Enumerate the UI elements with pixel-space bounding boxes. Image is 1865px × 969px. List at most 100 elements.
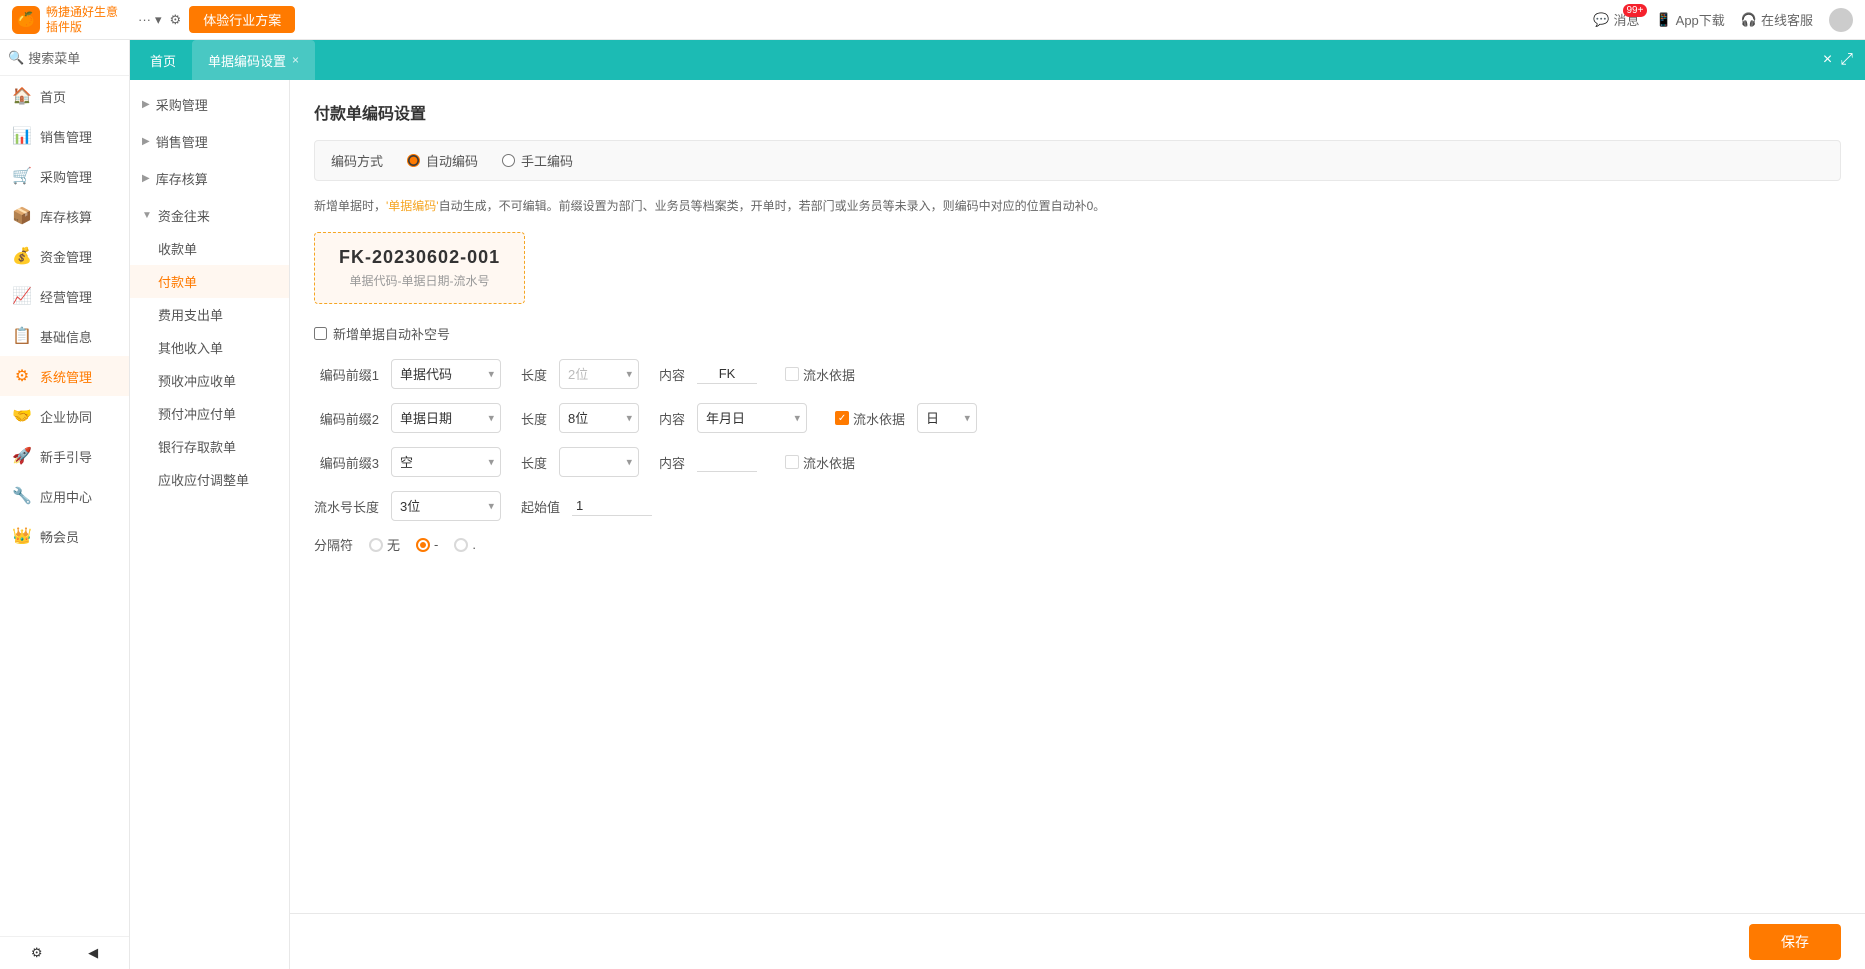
nav-item-adjust[interactable]: 应收应付调整单 [130,463,289,496]
prefix3-length-wrapper[interactable] [559,447,639,477]
sep-dash-option[interactable]: - [416,537,438,552]
prefix2-content-select[interactable]: 年月日 年月 年 [697,403,807,433]
sidebar-item-purchase[interactable]: 🛒 采购管理 [0,156,129,196]
nav-group-inventory-title[interactable]: ▶ 库存核算 [130,162,289,195]
trial-btn[interactable]: 体验行业方案 [189,6,295,33]
apps-icon: 🔧 [12,486,32,506]
nav-group-sales-title[interactable]: ▶ 销售管理 [130,125,289,158]
sidebar-item-finance[interactable]: 💰 资金管理 [0,236,129,276]
page-title: 付款单编码设置 [314,100,1841,124]
sidebar-item-operations[interactable]: 📈 经营管理 [0,276,129,316]
serial-length-select[interactable]: 3位 4位 5位 6位 [391,491,501,521]
app-download-item[interactable]: 📱 App下载 [1655,10,1724,29]
nav-group-sales: ▶ 销售管理 [130,125,289,158]
sidebar-item-enterprise[interactable]: 🤝 企业协同 [0,396,129,436]
nav-group-capital-title[interactable]: ▼ 资金往来 [130,199,289,232]
code-preview: FK-20230602-001 单据代码-单据日期-流水号 [314,232,525,304]
guide-icon: 🚀 [12,446,32,466]
logo-icon: 🍊 [12,6,40,34]
user-avatar[interactable] [1829,8,1853,32]
prefix2-content-wrapper[interactable]: 年月日 年月 年 [697,403,807,433]
manual-encoding-radio[interactable] [502,154,515,167]
prefix2-select-wrapper[interactable]: 单据日期 单据代码 空 [391,403,501,433]
bottom-bar: 保存 [290,913,1865,969]
prefix1-serial-checkbox[interactable] [785,367,799,381]
tab-encoding-settings[interactable]: 单据编码设置 × [192,40,315,80]
nav-item-receipt[interactable]: 收款单 [130,232,289,265]
nav-item-expense[interactable]: 费用支出单 [130,298,289,331]
sep-none-option[interactable]: 无 [369,535,400,554]
chevron-right-icon2: ▶ [142,136,150,147]
sales-icon: 📊 [12,126,32,146]
prefix1-content-input[interactable] [697,364,757,384]
sep-none-radio[interactable] [369,538,383,552]
sidebar-item-sales[interactable]: 📊 销售管理 [0,116,129,156]
manual-encoding-option[interactable]: 手工编码 [502,151,573,170]
encoding-label: 编码方式 [331,151,383,170]
prefix2-period-select[interactable]: 日 月 年 [917,403,977,433]
tab-expand-icon[interactable]: ⤢ [1840,51,1853,69]
prefix2-select[interactable]: 单据日期 单据代码 空 [391,403,501,433]
sidebar-item-basics[interactable]: 📋 基础信息 [0,316,129,356]
sep-other-option[interactable]: . [454,537,476,552]
sidebar-item-home[interactable]: 🏠 首页 [0,76,129,116]
prefix3-length-select[interactable] [559,447,639,477]
left-nav: ▶ 采购管理 ▶ 销售管理 ▶ 库存核算 [130,80,290,969]
prefix3-select[interactable]: 空 单据代码 单据日期 [391,447,501,477]
prefix2-length-wrapper[interactable]: 8位 4位 6位 [559,403,639,433]
desc-highlight: '单据编码' [386,199,439,213]
nav-dropdown[interactable]: ··· ▾ [138,12,162,28]
chevron-down-icon2: ▼ [142,210,152,221]
footer-collapse-icon[interactable]: ◀ [88,945,98,961]
sep-dash-radio[interactable] [416,538,430,552]
tab-minimize-icon[interactable]: × [1823,51,1832,69]
prefix1-length-wrapper[interactable]: 2位 4位 6位 [559,359,639,389]
online-service-item[interactable]: 🎧 在线客服 [1741,10,1813,29]
sidebar-item-system[interactable]: ⚙ 系统管理 [0,356,129,396]
serial-length-wrapper[interactable]: 3位 4位 5位 6位 [391,491,501,521]
nav-item-bank[interactable]: 银行存取款单 [130,430,289,463]
settings-icon[interactable]: ⚙ [170,12,182,28]
save-button[interactable]: 保存 [1749,924,1841,960]
sidebar-item-member[interactable]: 👑 畅会员 [0,516,129,556]
prefix3-select-wrapper[interactable]: 空 单据代码 单据日期 [391,447,501,477]
sidebar-footer: ⚙ ◀ [0,936,129,969]
prefix1-length-select[interactable]: 2位 4位 6位 [559,359,639,389]
logo-text: 畅捷通好生意 插件版 [46,5,118,34]
sidebar-item-guide[interactable]: 🚀 新手引导 [0,436,129,476]
prefix1-select[interactable]: 单据代码 单据日期 空 [391,359,501,389]
sidebar-item-inventory[interactable]: 📦 库存核算 [0,196,129,236]
encoding-tab-label: 单据编码设置 [208,51,286,70]
prefix2-period-wrapper[interactable]: 日 月 年 [917,403,977,433]
auto-encoding-radio[interactable] [407,154,420,167]
auto-encoding-option[interactable]: 自动编码 [407,151,478,170]
prefix1-select-wrapper[interactable]: 单据代码 单据日期 空 [391,359,501,389]
prefix3-length-label: 长度 [521,453,547,472]
serial-start-label: 起始值 [521,497,560,516]
code-preview-sub: 单据代码-单据日期-流水号 [339,272,500,289]
nav-item-prepay-offset[interactable]: 预收冲应收单 [130,364,289,397]
nav-item-advance-offset[interactable]: 预付冲应付单 [130,397,289,430]
footer-settings-icon[interactable]: ⚙ [31,945,43,961]
nav-item-other-income[interactable]: 其他收入单 [130,331,289,364]
nav-item-payment[interactable]: 付款单 [130,265,289,298]
prefix2-length-select[interactable]: 8位 4位 6位 [559,403,639,433]
tab-home[interactable]: 首页 [134,40,192,80]
autofill-checkbox[interactable] [314,327,327,340]
prefix3-serial-checkbox[interactable] [785,455,799,469]
sep-other-radio[interactable] [454,538,468,552]
tab-close-icon[interactable]: × [292,53,299,67]
prefix2-serial-checkbox[interactable]: ✓ [835,411,849,425]
encoding-method: 编码方式 自动编码 手工编码 [314,140,1841,181]
prefix1-row: 编码前缀1 单据代码 单据日期 空 长度 2位 [314,359,1841,389]
chevron-right-icon: ▶ [142,99,150,110]
prefix2-serial-checkbox-wrap: ✓ 流水依据 [835,409,905,428]
nav-group-purchase-title[interactable]: ▶ 采购管理 [130,88,289,121]
prefix3-content-input[interactable] [697,452,757,472]
message-item[interactable]: 💬 消息 99+ [1593,10,1639,29]
app-logo: 🍊 畅捷通好生意 插件版 [12,5,118,34]
sidebar-item-apps[interactable]: 🔧 应用中心 [0,476,129,516]
sidebar-search[interactable]: 🔍 搜索菜单 [0,40,129,76]
serial-start-input[interactable] [572,496,652,516]
prefix1-label: 编码前缀1 [314,365,379,384]
